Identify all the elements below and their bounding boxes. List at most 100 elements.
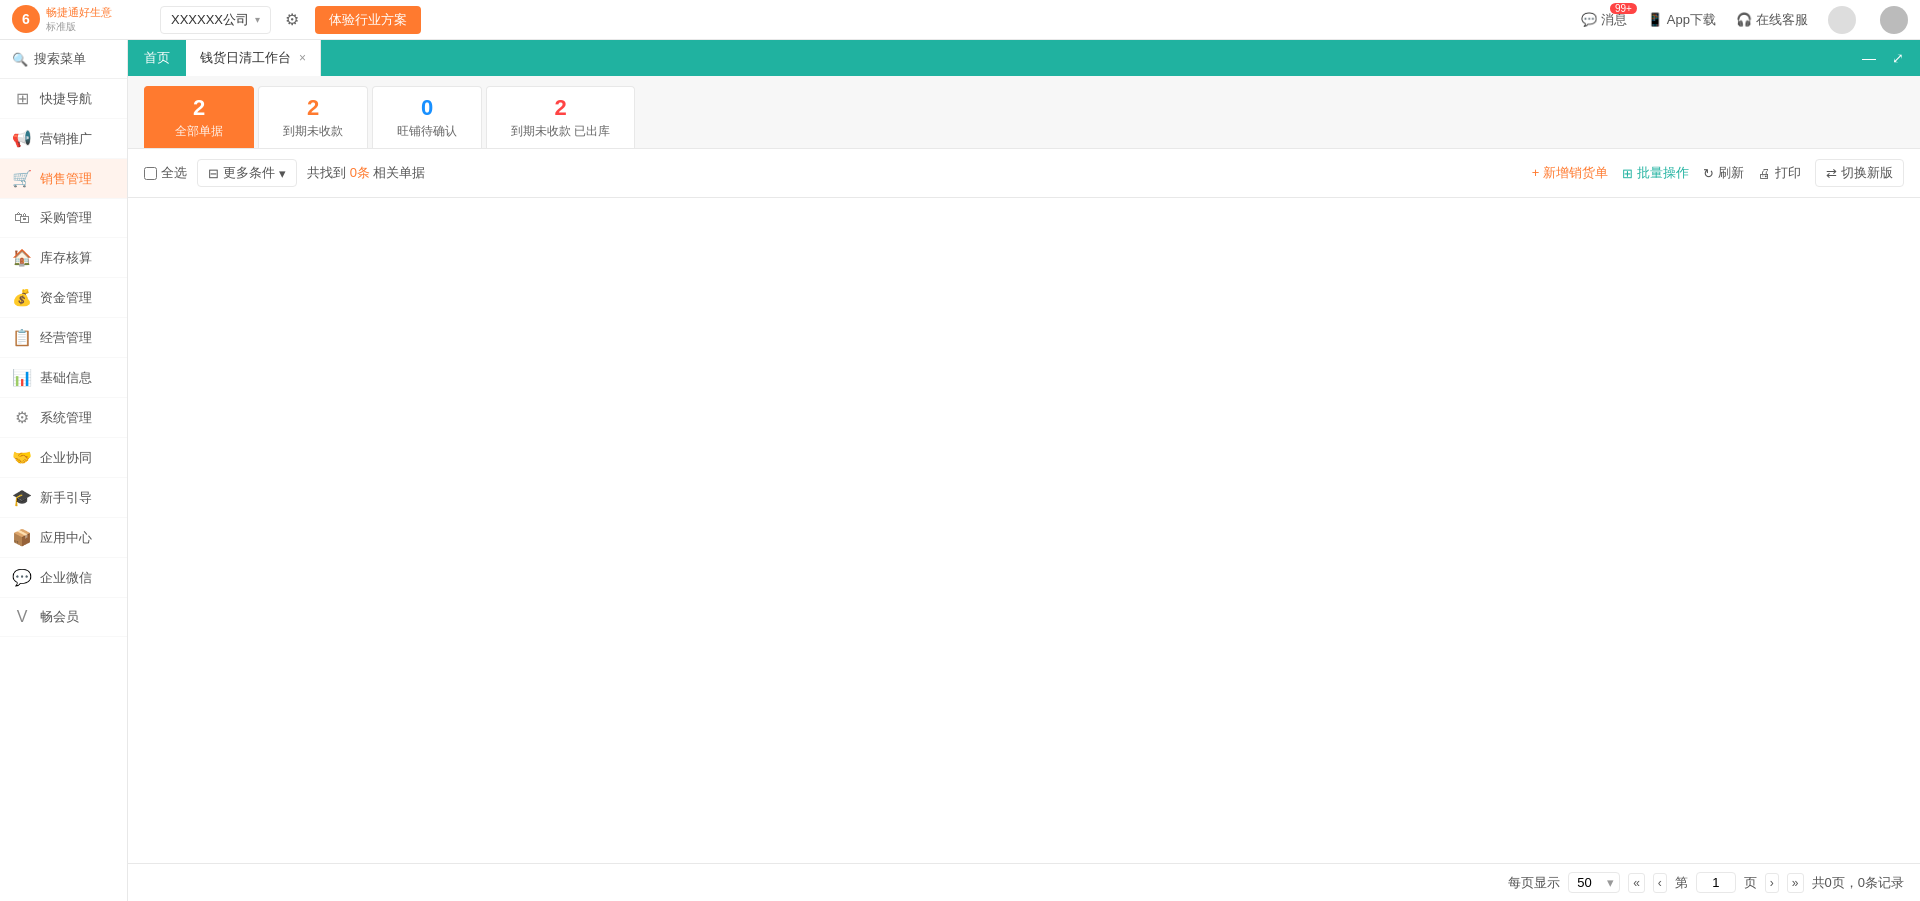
sidebar-icon-3: 🛍	[12, 209, 32, 227]
tab-bar: 首页 钱货日清工作台 × — ⤢	[128, 40, 1920, 76]
sidebar-label-9: 企业协同	[40, 449, 92, 467]
tab-active[interactable]: 钱货日清工作台 ×	[186, 40, 321, 76]
sidebar-label-11: 应用中心	[40, 529, 92, 547]
content-area: 首页 钱货日清工作台 × — ⤢ 2 全部单据 2 到期未收款 0 旺铺待确认 …	[128, 40, 1920, 901]
add-sales-order-button[interactable]: + 新增销货单	[1532, 164, 1608, 182]
stats-tabs: 2 全部单据 2 到期未收款 0 旺铺待确认 2 到期未收款 已出库	[128, 76, 1920, 149]
sidebar-label-5: 资金管理	[40, 289, 92, 307]
prev-page-button[interactable]: ‹	[1653, 873, 1667, 893]
page-label: 第	[1675, 874, 1688, 892]
switch-version-button[interactable]: ⇄ 切换新版	[1815, 159, 1904, 187]
sidebar-item-基础信息[interactable]: 📊基础信息	[0, 358, 127, 398]
app-download-label: App下载	[1667, 11, 1716, 29]
maximize-icon[interactable]: ⤢	[1888, 46, 1908, 70]
app-badge: 标准版	[46, 20, 112, 34]
switch-icon: ⇄	[1826, 166, 1837, 181]
sidebar-label-3: 采购管理	[40, 209, 92, 227]
table-area	[128, 198, 1920, 863]
sidebar-icon-5: 💰	[12, 288, 32, 307]
sidebar-item-经营管理[interactable]: 📋经营管理	[0, 318, 127, 358]
sidebar-item-新手引导[interactable]: 🎓 新手引导	[0, 478, 127, 518]
tab-home[interactable]: 首页	[128, 40, 186, 76]
search-icon: 🔍	[12, 52, 28, 67]
company-selector[interactable]: XXXXXX公司 ▾	[160, 6, 271, 34]
stat-tab-2[interactable]: 0 旺铺待确认	[372, 86, 482, 148]
sidebar-icon-9: 🤝	[12, 448, 32, 467]
download-icon: 📱	[1647, 12, 1663, 27]
sidebar-item-资金管理[interactable]: 💰 资金管理	[0, 278, 127, 318]
batch-operation-button[interactable]: ⊞ 批量操作	[1622, 164, 1689, 182]
message-button[interactable]: 💬 消息 99+	[1581, 11, 1627, 29]
toolbar: 全选 ⊟ 更多条件 ▾ 共找到 0条 相关单据 + 新增销货单	[128, 149, 1920, 198]
select-all-label: 全选	[161, 164, 187, 182]
page-input[interactable]	[1696, 872, 1736, 893]
select-all-checkbox[interactable]: 全选	[144, 164, 187, 182]
found-count: 0条	[350, 165, 370, 180]
top-header: 6 畅捷通好生意 标准版 XXXXXX公司 ▾ ⚙ 体验行业方案 💬 消息 99…	[0, 0, 1920, 40]
sidebar-item-企业协同[interactable]: 🤝 企业协同	[0, 438, 127, 478]
sidebar-item-企业微信[interactable]: 💬 企业微信	[0, 558, 127, 598]
header-right: 💬 消息 99+ 📱 App下载 🎧 在线客服	[1581, 6, 1908, 34]
sidebar-item-应用中心[interactable]: 📦应用中心	[0, 518, 127, 558]
sidebar-icon-12: 💬	[12, 568, 32, 587]
company-name: XXXXXX公司	[171, 11, 249, 29]
tab-close-icon[interactable]: ×	[299, 51, 306, 65]
stat-num-2: 0	[421, 95, 433, 121]
per-page-select[interactable]: 2050100200	[1568, 872, 1620, 893]
avatar2[interactable]	[1880, 6, 1908, 34]
trial-button[interactable]: 体验行业方案	[315, 6, 421, 34]
sidebar-label-4: 库存核算	[40, 249, 92, 267]
stat-tab-3[interactable]: 2 到期未收款 已出库	[486, 86, 635, 148]
sidebar-item-畅会员[interactable]: V畅会员	[0, 598, 127, 637]
refresh-label: 刷新	[1718, 164, 1744, 182]
refresh-button[interactable]: ↻ 刷新	[1703, 164, 1744, 182]
stat-num-3: 2	[555, 95, 567, 121]
headset-icon: 🎧	[1736, 12, 1752, 27]
sidebar-item-销售管理[interactable]: 🛒销售管理	[0, 159, 127, 199]
sidebar-item-快捷导航[interactable]: ⊞快捷导航	[0, 79, 127, 119]
sidebar-item-系统管理[interactable]: ⚙系统管理	[0, 398, 127, 438]
sidebar-item-营销推广[interactable]: 📢营销推广	[0, 119, 127, 159]
search-menu[interactable]: 🔍 搜索菜单	[0, 40, 127, 79]
switch-label: 切换新版	[1841, 164, 1893, 182]
app-download-button[interactable]: 📱 App下载	[1647, 11, 1716, 29]
sidebar-item-采购管理[interactable]: 🛍 采购管理	[0, 199, 127, 238]
sidebar-item-库存核算[interactable]: 🏠 库存核算	[0, 238, 127, 278]
stat-label-0: 全部单据	[175, 123, 223, 140]
minimize-icon[interactable]: —	[1858, 46, 1880, 70]
tab-bar-right: — ⤢	[1858, 46, 1920, 70]
main-layout: 🔍 搜索菜单 ⊞快捷导航📢营销推广🛒销售管理 🛍 采购管理 🏠 库存核算 💰 资金管理 📋经营…	[0, 40, 1920, 901]
settings-icon[interactable]: ⚙	[281, 6, 303, 33]
total-info: 共0页，0条记录	[1812, 874, 1904, 892]
logo-text-group: 畅捷通好生意 标准版	[46, 5, 112, 33]
per-page-label: 每页显示	[1508, 874, 1560, 892]
chevron-filter-icon: ▾	[279, 166, 286, 181]
filter-button[interactable]: ⊟ 更多条件 ▾	[197, 159, 297, 187]
sidebar-icon-13: V	[12, 608, 32, 626]
batch-label: 批量操作	[1637, 164, 1689, 182]
page-suffix: 页	[1744, 874, 1757, 892]
sidebar-icon-10: 🎓	[12, 488, 32, 507]
print-label: 打印	[1775, 164, 1801, 182]
per-page-wrap: 2050100200	[1568, 872, 1620, 893]
sidebar-label-6: 经营管理	[40, 329, 92, 347]
sidebar-label-0: 快捷导航	[40, 90, 92, 108]
sidebar-label-10: 新手引导	[40, 489, 92, 507]
sidebar-label-2: 销售管理	[40, 170, 92, 188]
first-page-button[interactable]: «	[1628, 873, 1645, 893]
sidebar-label-12: 企业微信	[40, 569, 92, 587]
filter-icon: ⊟	[208, 166, 219, 181]
sidebar-icon-7: 📊	[12, 368, 32, 387]
refresh-icon: ↻	[1703, 166, 1714, 181]
avatar[interactable]	[1828, 6, 1856, 34]
select-all-input[interactable]	[144, 167, 157, 180]
stat-tab-0[interactable]: 2 全部单据	[144, 86, 254, 148]
stat-tab-1[interactable]: 2 到期未收款	[258, 86, 368, 148]
print-button[interactable]: 🖨 打印	[1758, 164, 1801, 182]
online-service-button[interactable]: 🎧 在线客服	[1736, 11, 1808, 29]
next-page-button[interactable]: ›	[1765, 873, 1779, 893]
sidebar-label-8: 系统管理	[40, 409, 92, 427]
sidebar-icon-4: 🏠	[12, 248, 32, 267]
logo-icon: 6	[12, 5, 40, 33]
last-page-button[interactable]: »	[1787, 873, 1804, 893]
